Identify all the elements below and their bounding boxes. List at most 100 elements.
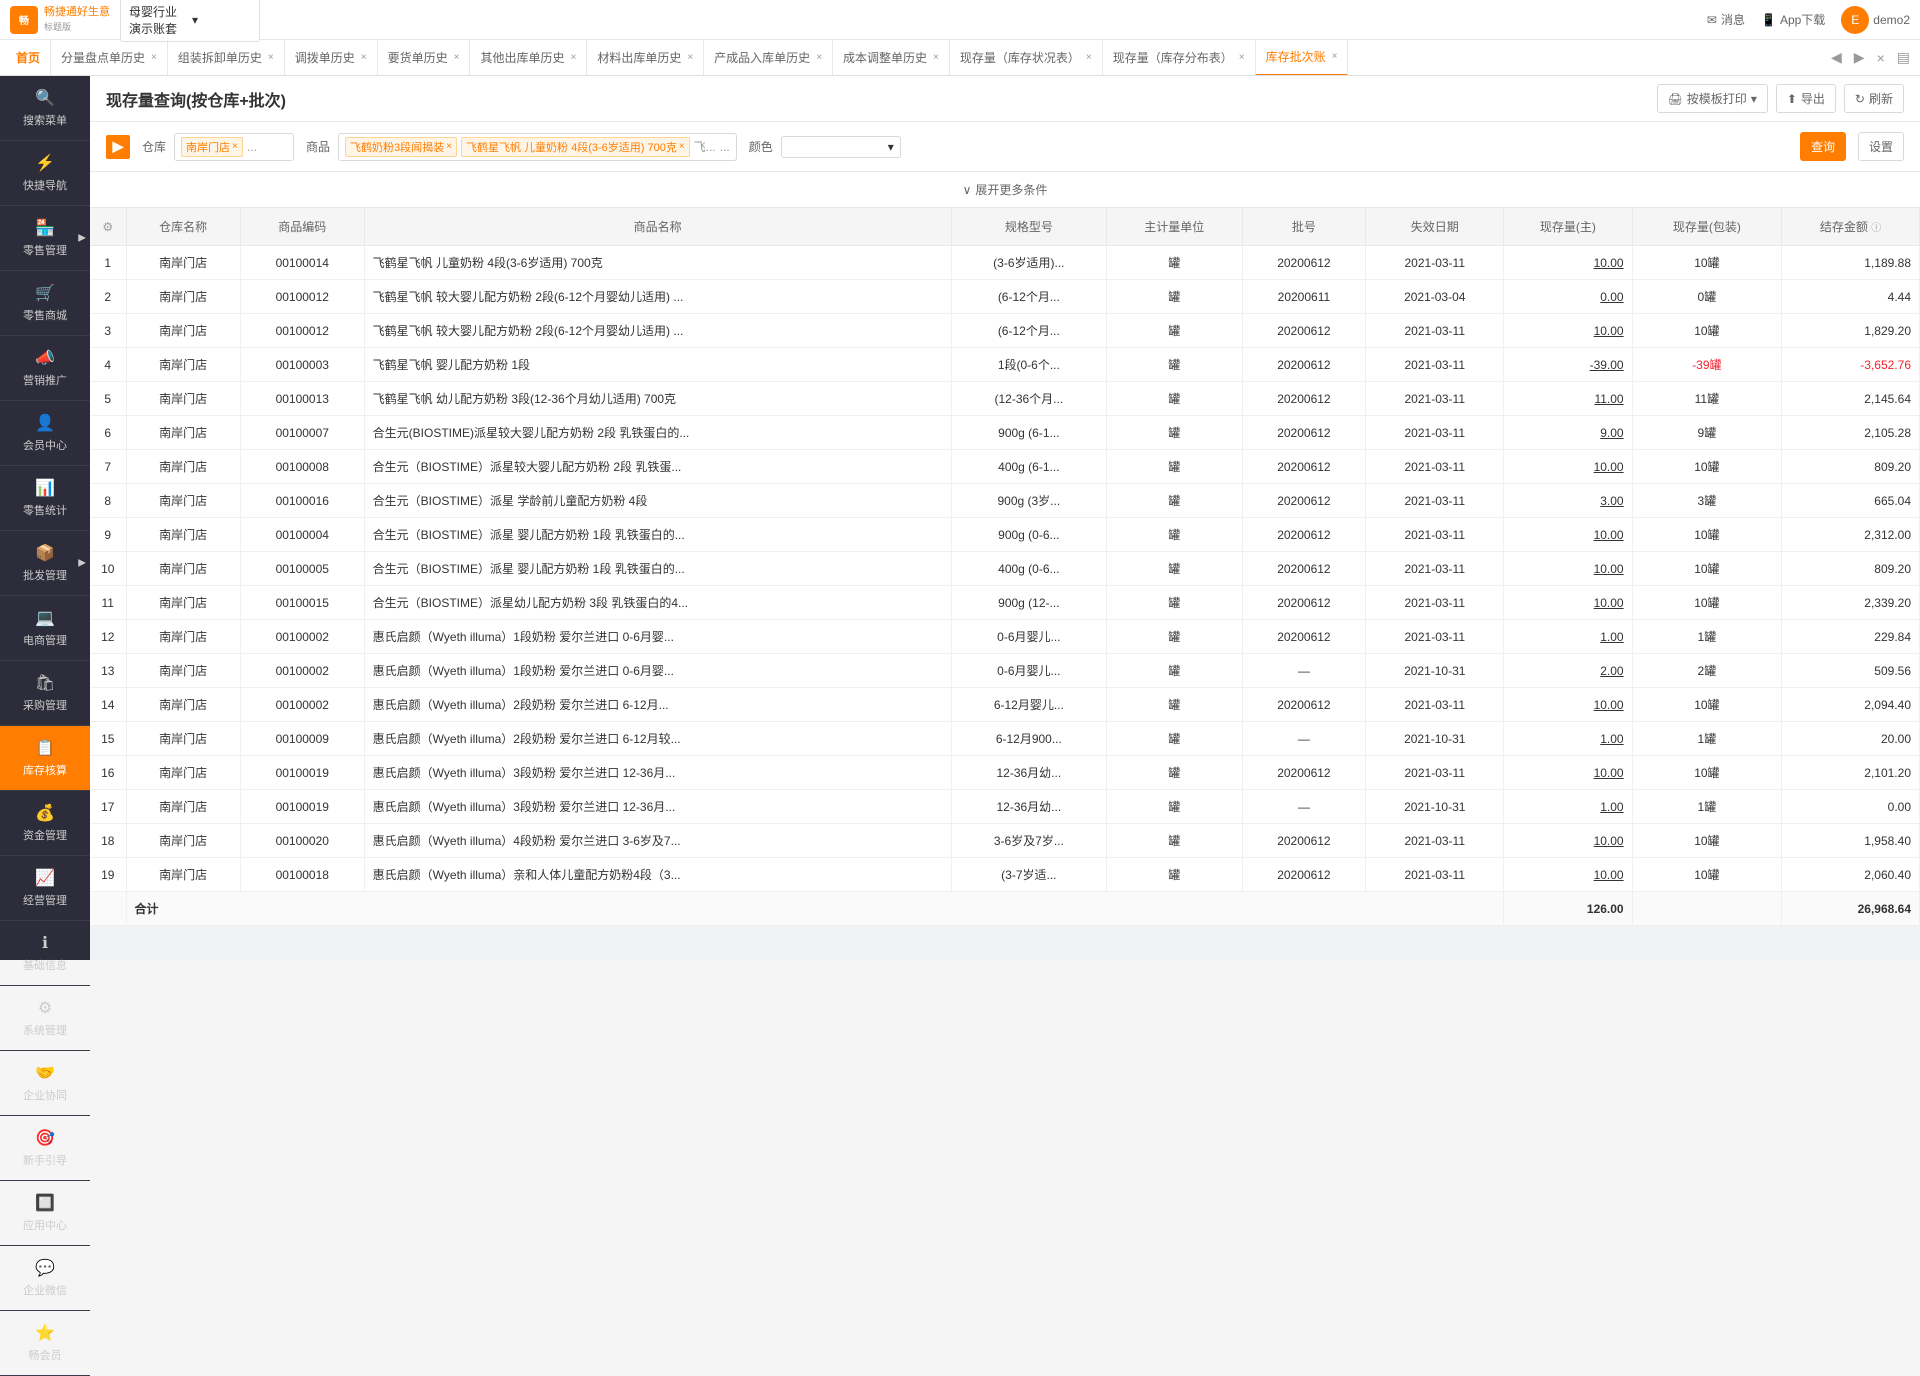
- cell-spec: 0-6月婴儿...: [951, 620, 1106, 654]
- tab-11[interactable]: 库存批次账 ×: [1256, 40, 1349, 76]
- sidebar-item-finance[interactable]: 💰 资金管理: [0, 791, 90, 856]
- ecommerce-icon: 💻: [35, 608, 55, 628]
- expand-filter-button[interactable]: ▶: [106, 135, 130, 159]
- tab-3[interactable]: 调拨单历史 ×: [285, 40, 378, 76]
- account-selector[interactable]: 母婴行业演示账套 ▾: [120, 0, 260, 42]
- close-icon[interactable]: ×: [570, 52, 576, 63]
- cell-batch: 20200612: [1242, 484, 1366, 518]
- nav-prev-button[interactable]: ◀: [1827, 49, 1846, 66]
- avatar: E: [1841, 6, 1869, 34]
- close-icon[interactable]: ×: [1239, 52, 1245, 63]
- tab-4[interactable]: 要货单历史 ×: [378, 40, 471, 76]
- tab-8[interactable]: 成本调整单历史 ×: [833, 40, 950, 76]
- cell-qty-pkg: 0罐: [1632, 280, 1782, 314]
- sidebar-item-vip[interactable]: ⭐ 畅会员: [0, 1311, 90, 1376]
- app-download-button[interactable]: 📱 App下载: [1761, 11, 1825, 28]
- close-icon[interactable]: ×: [1332, 51, 1338, 62]
- close-icon[interactable]: ×: [687, 52, 693, 63]
- chevron-down-icon: ▾: [1751, 92, 1757, 106]
- tab-10[interactable]: 现存量（库存分布表） ×: [1103, 40, 1256, 76]
- sidebar-item-wholesale[interactable]: 📦 批发管理 ▶: [0, 531, 90, 596]
- color-label: 颜色: [749, 138, 773, 155]
- cell-name: 飞鹤星飞帆 较大婴儿配方奶粉 2段(6-12个月婴幼儿适用) ...: [364, 280, 951, 314]
- close-icon[interactable]: ×: [361, 52, 367, 63]
- nav-close-button[interactable]: ×: [1873, 50, 1889, 66]
- user-profile[interactable]: E demo2: [1841, 6, 1910, 34]
- finance-icon: 💰: [35, 803, 55, 823]
- footer-qty-pkg: [1632, 892, 1782, 926]
- sidebar-item-ecommerce[interactable]: 💻 电商管理: [0, 596, 90, 661]
- footer-qty: 126.00: [1504, 892, 1632, 926]
- query-button[interactable]: 查询: [1800, 132, 1846, 161]
- color-tag-container[interactable]: ▾: [781, 136, 901, 158]
- cell-amount: 809.20: [1782, 450, 1920, 484]
- product-filter-more[interactable]: ...: [720, 140, 730, 154]
- sidebar-item-system[interactable]: ⚙ 系统管理: [0, 986, 90, 1051]
- sidebar-item-collab[interactable]: 🤝 企业协同: [0, 1051, 90, 1116]
- product-tag-container[interactable]: 飞鹤奶粉3段闻揭装 × 飞鹤星飞帆 儿童奶粉 4段(3-6岁适用) 700克 ×…: [338, 133, 737, 161]
- sidebar-item-operations[interactable]: 📈 经营管理: [0, 856, 90, 921]
- settings-button[interactable]: 设置: [1858, 132, 1904, 161]
- tab-1[interactable]: 分量盘点单历史 ×: [51, 40, 168, 76]
- sidebar-item-inventory[interactable]: 📋 库存核算: [0, 726, 90, 791]
- info-icon[interactable]: ⓘ: [1871, 223, 1881, 234]
- table-footer-row: 合计 126.00 26,968.64: [90, 892, 1920, 926]
- remove-tag-icon[interactable]: ×: [679, 141, 685, 152]
- chevron-down-icon: ▾: [888, 140, 894, 154]
- cell-warehouse: 南岸门店: [126, 858, 240, 892]
- tab-7[interactable]: 产成品入库单历史 ×: [704, 40, 833, 76]
- cell-no: 4: [90, 348, 126, 382]
- guide-icon: 🎯: [35, 1128, 55, 1148]
- expand-more-button[interactable]: ∨ 展开更多条件: [951, 176, 1060, 203]
- nav-menu-button[interactable]: ▤: [1893, 49, 1914, 66]
- tab-9[interactable]: 现存量（库存状况表） ×: [950, 40, 1103, 76]
- sidebar-item-marketing[interactable]: 📣 营销推广: [0, 336, 90, 401]
- cell-spec: 12-36月幼...: [951, 756, 1106, 790]
- sidebar-item-purchase[interactable]: 🛍 采购管理: [0, 661, 90, 726]
- sidebar-item-retail-mgmt[interactable]: 🏪 零售管理 ▶: [0, 206, 90, 271]
- sidebar-item-label: 会员中心: [23, 437, 67, 453]
- cell-amount: 2,105.28: [1782, 416, 1920, 450]
- close-icon[interactable]: ×: [454, 52, 460, 63]
- tab-5[interactable]: 其他出库单历史 ×: [470, 40, 587, 76]
- tab-2[interactable]: 组装拆卸单历史 ×: [168, 40, 285, 76]
- table-row: 6 南岸门店 00100007 合生元(BIOSTIME)派星较大婴儿配方奶粉 …: [90, 416, 1920, 450]
- cell-qty-pkg: 10罐: [1632, 858, 1782, 892]
- cell-expire: 2021-03-04: [1366, 280, 1504, 314]
- close-icon[interactable]: ×: [816, 52, 822, 63]
- sidebar-item-members[interactable]: 👤 会员中心: [0, 401, 90, 466]
- sidebar-item-basic-info[interactable]: ℹ 基础信息: [0, 921, 90, 986]
- close-icon[interactable]: ×: [151, 52, 157, 63]
- cell-batch: 20200612: [1242, 246, 1366, 280]
- print-button[interactable]: 🖨 按模板打印 ▾: [1657, 84, 1768, 113]
- cell-code: 00100003: [240, 348, 364, 382]
- messages-button[interactable]: ✉ 消息: [1707, 11, 1745, 28]
- close-icon[interactable]: ×: [933, 52, 939, 63]
- warehouse-tag-container[interactable]: 南岸门店 × ...: [174, 133, 294, 161]
- sidebar-item-label: 电商管理: [23, 632, 67, 648]
- nav-next-button[interactable]: ▶: [1850, 49, 1869, 66]
- sidebar-item-wechat[interactable]: 💬 企业微信: [0, 1246, 90, 1311]
- sidebar-item-quick-nav[interactable]: ⚡ 快捷导航: [0, 141, 90, 206]
- sidebar-item-app-center[interactable]: 🔲 应用中心: [0, 1181, 90, 1246]
- table-row: 13 南岸门店 00100002 惠氏启颜（Wyeth illuma）1段奶粉 …: [90, 654, 1920, 688]
- remove-tag-icon[interactable]: ×: [446, 141, 452, 152]
- settings-icon[interactable]: ⚙: [102, 220, 113, 234]
- cell-spec: 6-12月900...: [951, 722, 1106, 756]
- cell-batch: 20200612: [1242, 382, 1366, 416]
- th-warehouse: 仓库名称: [126, 208, 240, 246]
- filter-more-icon[interactable]: ...: [247, 140, 257, 154]
- sidebar-item-retail-stats[interactable]: 📊 零售统计: [0, 466, 90, 531]
- close-icon[interactable]: ×: [1086, 52, 1092, 63]
- remove-tag-icon[interactable]: ×: [232, 141, 238, 152]
- tab-6[interactable]: 材料出库单历史 ×: [587, 40, 704, 76]
- close-icon[interactable]: ×: [268, 52, 274, 63]
- wechat-icon: 💬: [35, 1258, 55, 1278]
- sidebar-item-guide[interactable]: 🎯 新手引导: [0, 1116, 90, 1181]
- tab-home[interactable]: 首页: [6, 40, 51, 76]
- sidebar-item-search[interactable]: 🔍 搜索菜单: [0, 76, 90, 141]
- refresh-button[interactable]: ↻ 刷新: [1844, 84, 1904, 113]
- sidebar-item-retail-mall[interactable]: 🛒 零售商城: [0, 271, 90, 336]
- export-button[interactable]: ⬆ 导出: [1776, 84, 1836, 113]
- filter-more-icon[interactable]: 飞...: [694, 138, 716, 155]
